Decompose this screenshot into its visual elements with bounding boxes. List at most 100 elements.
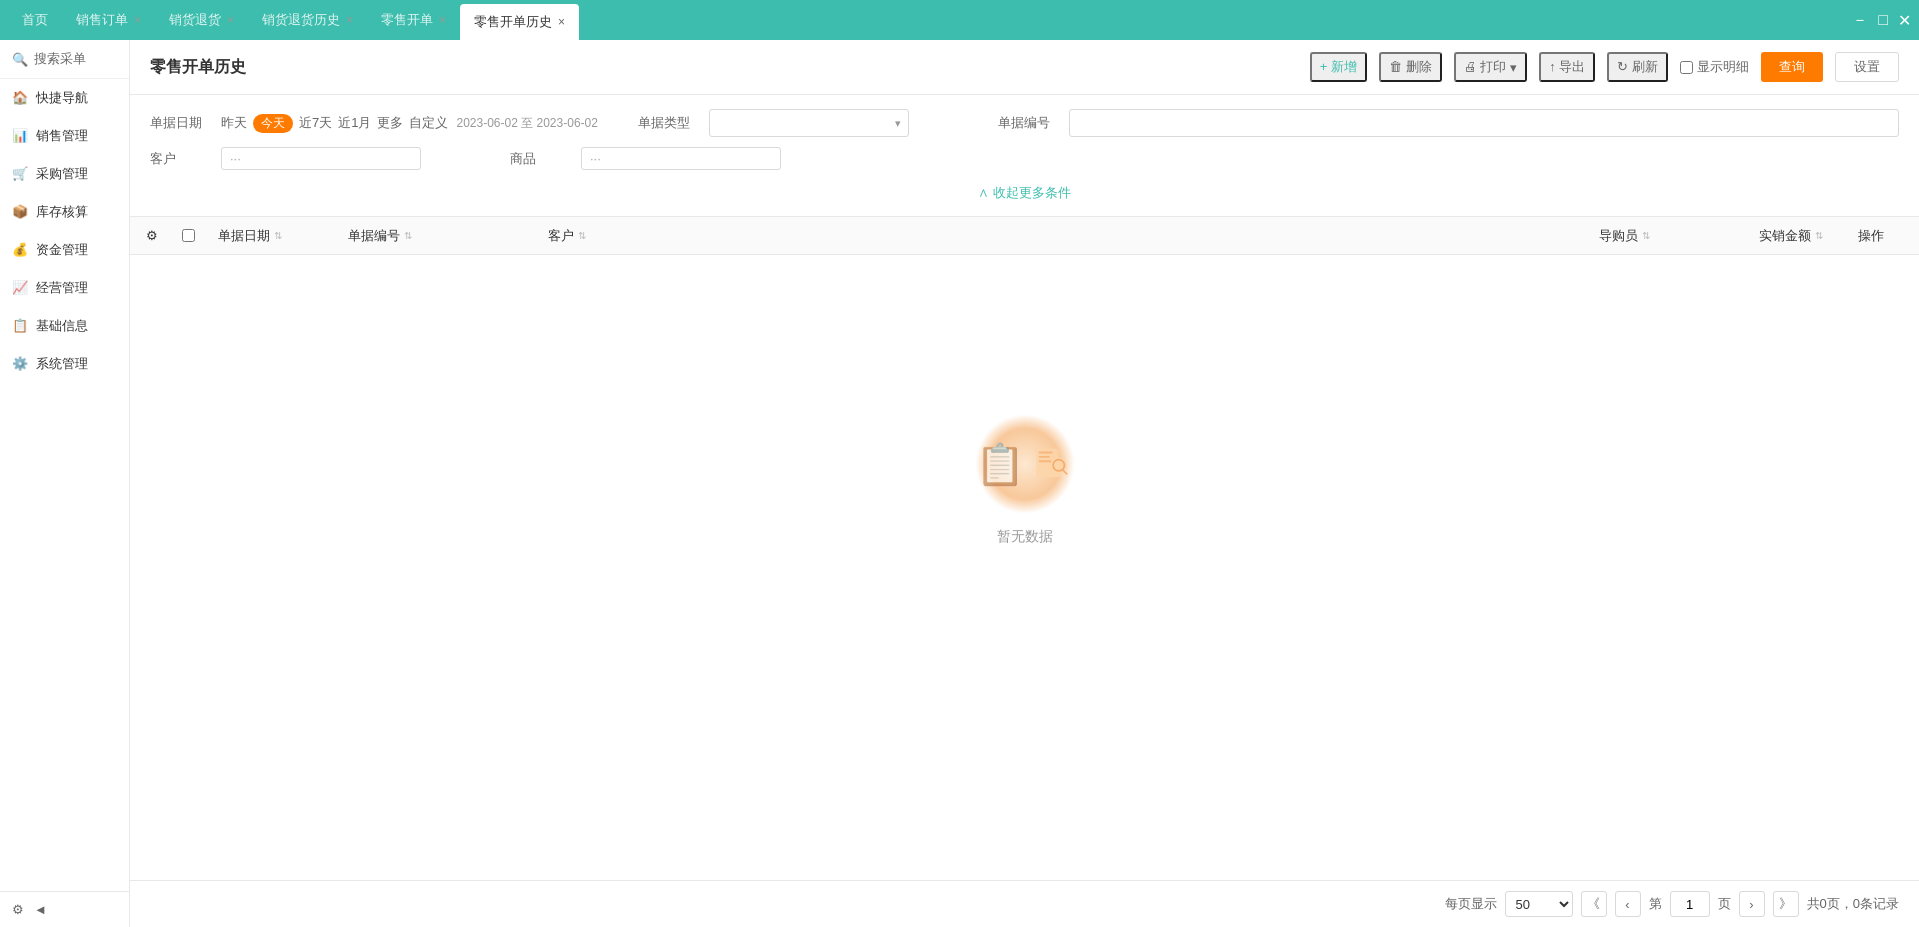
sidebar-search[interactable]: 🔍 搜索采单: [0, 40, 129, 79]
tab-sales-order[interactable]: 销售订单 ×: [62, 0, 155, 40]
date-opt-last7[interactable]: 近7天: [299, 114, 332, 132]
tab-bar: 首页 销售订单 × 销货退货 × 销货退货历史 × 零售开单 × 零售开单历史 …: [0, 0, 1919, 40]
th-checkbox[interactable]: [174, 229, 210, 242]
th-customer[interactable]: 客户 ⇅: [540, 227, 1591, 245]
collapse-more-btn[interactable]: ∧ 收起更多条件: [150, 180, 1899, 206]
customer-placeholder: ···: [230, 151, 241, 166]
sidebar-collapse-icon[interactable]: ◄: [34, 902, 47, 917]
table-header: ⚙ 单据日期 ⇅ 单据编号 ⇅ 客户 ⇅ 导购员: [130, 217, 1919, 255]
sidebar-item-finance[interactable]: 💰 资金管理: [0, 231, 129, 269]
tab-close-retail-open-history[interactable]: ×: [558, 15, 565, 29]
sidebar-item-basic-info[interactable]: 📋 基础信息: [0, 307, 129, 345]
content-area: 零售开单历史 + 新增 🗑 删除 🖨 打印 ▾ ↑ 导出 ↻ 刷新 显示明细 查…: [130, 40, 1919, 927]
sidebar-item-operations[interactable]: 📈 经营管理: [0, 269, 129, 307]
svg-rect-2: [1038, 452, 1052, 454]
page-input[interactable]: [1670, 891, 1710, 917]
finance-icon: 💰: [12, 242, 28, 258]
date-label: 单据日期: [150, 114, 215, 132]
customer-input-wrap[interactable]: ···: [221, 147, 421, 170]
system-icon: ⚙️: [12, 356, 28, 372]
sidebar-item-quick-nav[interactable]: 🏠 快捷导航: [0, 79, 129, 117]
purchase-mgmt-icon: 🛒: [12, 166, 28, 182]
setting-button[interactable]: 设置: [1835, 52, 1899, 82]
svg-rect-4: [1038, 460, 1051, 462]
sales-mgmt-icon: 📊: [12, 128, 28, 144]
sort-date-icon[interactable]: ⇅: [274, 230, 282, 241]
filter-row-2: 客户 ··· 商品 ···: [150, 147, 1899, 170]
minimize-icon[interactable]: －: [1852, 10, 1868, 31]
query-button[interactable]: 查询: [1761, 52, 1823, 82]
date-opt-today[interactable]: 今天: [253, 114, 293, 133]
display-toggle-checkbox[interactable]: [1680, 61, 1693, 74]
tab-close-sales-return-history[interactable]: ×: [346, 13, 353, 27]
total-info: 共0页，0条记录: [1807, 895, 1899, 913]
tab-sales-return[interactable]: 销货退货 ×: [155, 0, 248, 40]
th-action: 操作: [1831, 227, 1911, 245]
toolbar: + 新增 🗑 删除 🖨 打印 ▾ ↑ 导出 ↻ 刷新 显示明细 查询 设置: [1310, 52, 1899, 82]
sidebar-item-inventory[interactable]: 📦 库存核算: [0, 193, 129, 231]
search-icon: 🔍: [12, 52, 28, 67]
sort-customer-icon[interactable]: ⇅: [578, 230, 586, 241]
bill-type-label: 单据类型: [638, 114, 703, 132]
bill-no-input[interactable]: [1069, 109, 1899, 137]
display-toggle[interactable]: 显示明细: [1680, 58, 1749, 76]
tab-close-sales-order[interactable]: ×: [134, 13, 141, 27]
sidebar: 🔍 搜索采单 🏠 快捷导航 📊 销售管理 🛒 采购管理 📦 库存核算 💰 资金管…: [0, 40, 130, 927]
date-opt-more[interactable]: 更多: [377, 114, 403, 132]
next-page-icon: ›: [1749, 897, 1753, 912]
basic-info-icon: 📋: [12, 318, 28, 334]
svg-rect-3: [1038, 456, 1049, 458]
tab-retail-open-history[interactable]: 零售开单历史 ×: [460, 4, 579, 40]
page-header: 零售开单历史 + 新增 🗑 删除 🖨 打印 ▾ ↑ 导出 ↻ 刷新 显示明细 查…: [130, 40, 1919, 95]
goods-input-wrap[interactable]: ···: [581, 147, 781, 170]
per-page-label: 每页显示: [1445, 895, 1497, 913]
page-label: 第: [1649, 895, 1662, 913]
delete-button[interactable]: 🗑 删除: [1379, 52, 1442, 82]
tab-sales-return-history[interactable]: 销货退货历史 ×: [248, 0, 367, 40]
bill-no-label: 单据编号: [998, 114, 1063, 132]
tab-close-retail-open[interactable]: ×: [439, 13, 446, 27]
sidebar-item-system[interactable]: ⚙️ 系统管理: [0, 345, 129, 383]
sort-billno-icon[interactable]: ⇅: [404, 230, 412, 241]
customer-label: 客户: [150, 150, 215, 168]
prev-page-button[interactable]: ‹: [1615, 891, 1641, 917]
sort-amount-icon[interactable]: ⇅: [1815, 230, 1823, 241]
print-button[interactable]: 🖨 打印 ▾: [1454, 52, 1528, 82]
empty-icon: [975, 414, 1075, 514]
bill-type-select-wrap: [709, 109, 909, 137]
next-page-button[interactable]: ›: [1739, 891, 1765, 917]
date-opt-custom[interactable]: 自定义: [409, 114, 448, 132]
pagination: 每页显示 50 10 20 100 《 ‹ 第 页 › 》 共0页，0条记录: [130, 880, 1919, 927]
th-billno[interactable]: 单据编号 ⇅: [340, 227, 540, 245]
page-title: 零售开单历史: [150, 57, 246, 78]
per-page-select[interactable]: 50 10 20 100: [1505, 891, 1573, 917]
settings-icon[interactable]: ⚙: [146, 228, 158, 243]
export-button[interactable]: ↑ 导出: [1539, 52, 1595, 82]
th-settings[interactable]: ⚙: [138, 228, 174, 243]
refresh-button[interactable]: ↻ 刷新: [1607, 52, 1668, 82]
bill-type-select[interactable]: [709, 109, 909, 137]
tab-retail-open[interactable]: 零售开单 ×: [367, 0, 460, 40]
date-opt-yesterday[interactable]: 昨天: [221, 114, 247, 132]
th-guide[interactable]: 导购员 ⇅: [1591, 227, 1711, 245]
tab-close-sales-return[interactable]: ×: [227, 13, 234, 27]
th-amount[interactable]: 实销金额 ⇅: [1711, 227, 1831, 245]
main-layout: 🔍 搜索采单 🏠 快捷导航 📊 销售管理 🛒 采购管理 📦 库存核算 💰 资金管…: [0, 40, 1919, 927]
close-icon[interactable]: ✕: [1898, 11, 1911, 30]
last-page-button[interactable]: 》: [1773, 891, 1799, 917]
sidebar-item-purchase-mgmt[interactable]: 🛒 采购管理: [0, 155, 129, 193]
maximize-icon[interactable]: □: [1878, 11, 1888, 29]
sort-guide-icon[interactable]: ⇅: [1642, 230, 1650, 241]
prev-page-icon: ‹: [1625, 897, 1629, 912]
date-opt-last1m[interactable]: 近1月: [338, 114, 371, 132]
add-button[interactable]: + 新增: [1310, 52, 1367, 82]
th-date[interactable]: 单据日期 ⇅: [210, 227, 340, 245]
sidebar-item-sales-mgmt[interactable]: 📊 销售管理: [0, 117, 129, 155]
sidebar-settings-icon[interactable]: ⚙: [12, 902, 24, 917]
sidebar-bottom: ⚙ ◄: [0, 891, 129, 927]
tab-home[interactable]: 首页: [8, 0, 62, 40]
first-page-button[interactable]: 《: [1581, 891, 1607, 917]
page-unit: 页: [1718, 895, 1731, 913]
last-page-icon: 》: [1779, 895, 1792, 913]
select-all-checkbox[interactable]: [182, 229, 195, 242]
